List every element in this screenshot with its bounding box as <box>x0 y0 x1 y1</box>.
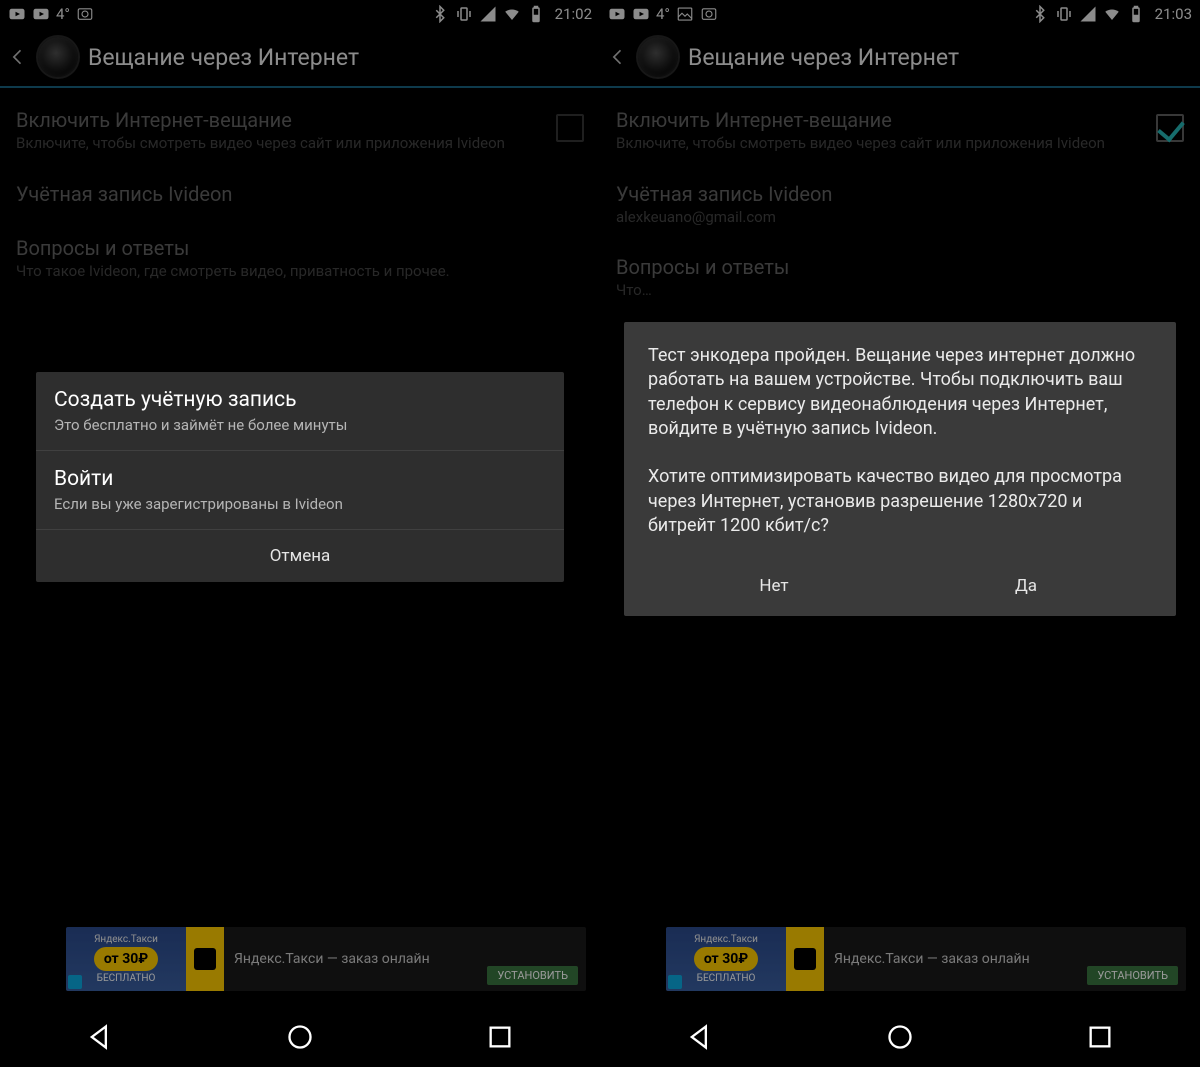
adchoices-icon[interactable] <box>668 975 682 989</box>
option-subtitle: Это бесплатно и займёт не более минуты <box>54 416 546 434</box>
ad-price-badge: от 30₽ <box>94 947 158 971</box>
nav-bar <box>0 1007 600 1067</box>
dialog-message: Тест энкодера пройден. Вещание через инт… <box>648 344 1152 538</box>
nav-recents-icon[interactable] <box>486 1023 514 1051</box>
ad-promo-tile: Яндекс.Такси от 30₽ БЕСПЛАТНО <box>66 927 186 991</box>
ad-app-icon <box>786 927 824 991</box>
nav-bar <box>600 1007 1200 1067</box>
nav-home-icon[interactable] <box>286 1023 314 1051</box>
option-title: Создать учётную запись <box>54 388 546 412</box>
screen-right: 4° 21:03 <box>600 0 1200 1067</box>
account-dialog: Создать учётную запись Это бесплатно и з… <box>36 372 564 582</box>
adchoices-icon[interactable] <box>68 975 82 989</box>
ad-brand: Яндекс.Такси <box>94 934 158 945</box>
no-button[interactable]: Нет <box>648 558 900 616</box>
login-option[interactable]: Войти Если вы уже зарегистрированы в Ivi… <box>36 451 564 530</box>
ad-banner[interactable]: Яндекс.Такси от 30₽ БЕСПЛАТНО Яндекс.Так… <box>666 927 1186 991</box>
ad-app-icon <box>186 927 224 991</box>
ad-price-badge: от 30₽ <box>694 947 758 971</box>
yes-button[interactable]: Да <box>900 558 1152 616</box>
option-title: Войти <box>54 467 546 491</box>
nav-back-icon[interactable] <box>86 1023 114 1051</box>
nav-recents-icon[interactable] <box>1086 1023 1114 1051</box>
ad-promo-tile: Яндекс.Такси от 30₽ БЕСПЛАТНО <box>666 927 786 991</box>
ad-brand: Яндекс.Такси <box>694 934 758 945</box>
ad-free-label: БЕСПЛАТНО <box>97 973 156 984</box>
screen-left: 4° 21:02 <box>0 0 600 1067</box>
cancel-button[interactable]: Отмена <box>36 530 564 582</box>
create-account-option[interactable]: Создать учётную запись Это бесплатно и з… <box>36 372 564 451</box>
install-button[interactable]: УСТАНОВИТЬ <box>1087 966 1178 985</box>
option-subtitle: Если вы уже зарегистрированы в Ivideon <box>54 495 546 513</box>
encoder-test-dialog: Тест энкодера пройден. Вещание через инт… <box>624 322 1176 616</box>
ad-banner[interactable]: Яндекс.Такси от 30₽ БЕСПЛАТНО Яндекс.Так… <box>66 927 586 991</box>
nav-home-icon[interactable] <box>886 1023 914 1051</box>
ad-free-label: БЕСПЛАТНО <box>697 973 756 984</box>
nav-back-icon[interactable] <box>686 1023 714 1051</box>
install-button[interactable]: УСТАНОВИТЬ <box>487 966 578 985</box>
